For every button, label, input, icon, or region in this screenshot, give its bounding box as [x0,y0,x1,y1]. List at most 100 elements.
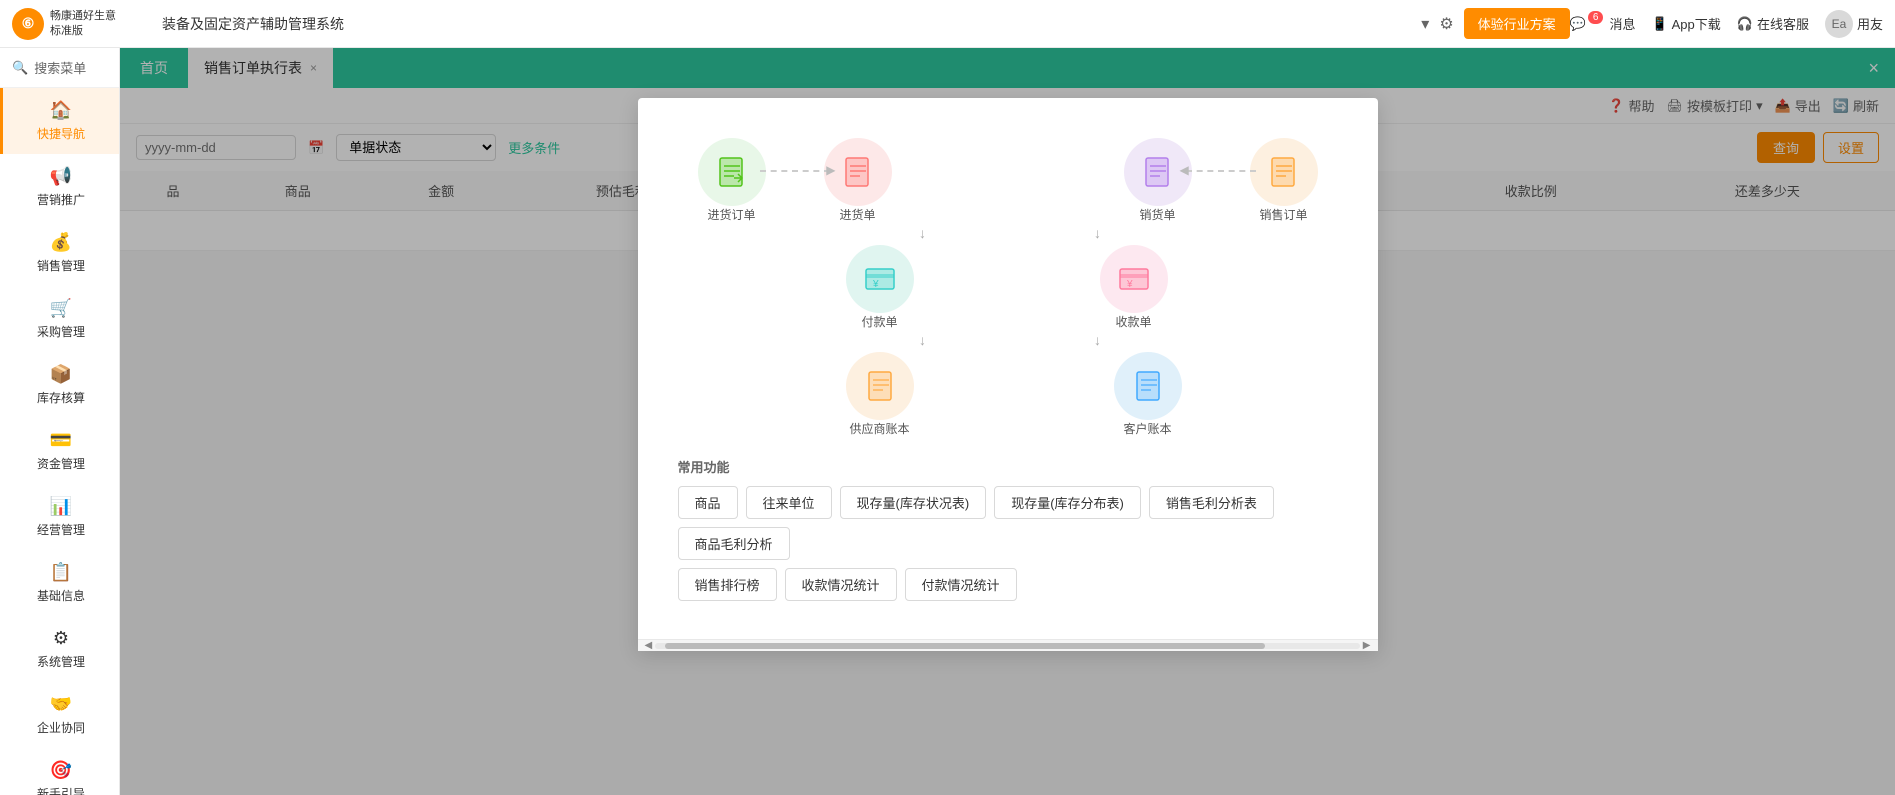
func-btn-goods-profit[interactable]: 商品毛利分析 [678,527,790,560]
down-arrow-receipt: ↓ [1094,332,1101,348]
down-arrows-row: ↓ ↓ [678,223,1338,245]
common-functions-title: 常用功能 [678,457,1338,476]
func-btn-sales-rank[interactable]: 销售排行榜 [678,568,777,601]
common-functions: 常用功能 商品 往来单位 现存量(库存状况表) 现存量(库存分布表) 销售毛利分… [678,457,1338,601]
sales-icon: 💰 [50,232,72,253]
func-btn-receipt-stats[interactable]: 收款情况统计 [785,568,897,601]
supplier-ledger-label: 供应商账本 [849,420,909,437]
system-title: 装备及固定资产辅助管理系统 [162,14,1411,34]
modal-overlay: 进货订单 ▶ [120,48,1895,795]
search-menu[interactable]: 🔍 搜索菜单 [0,48,119,88]
purchase-order-node[interactable]: 进货订单 [698,138,766,223]
func-btn-stock-dist[interactable]: 现存量(库存分布表) [994,486,1141,519]
user-item[interactable]: Ea 用友 [1825,10,1883,38]
func-btn-goods[interactable]: 商品 [678,486,738,519]
receipt-circle: ¥ [1100,245,1168,313]
func-buttons-row1: 商品 往来单位 现存量(库存状况表) 现存量(库存分布表) 销售毛利分析表 商品… [678,486,1338,560]
marketing-icon: 📢 [50,166,72,187]
arrow-left-1: ◀ [1186,170,1256,172]
sidebar: 🔍 搜索菜单 🏠 快捷导航 📢 营销推广 💰 销售管理 🛒 采购管理 📦 库存核… [0,48,120,795]
customer-ledger-circle [1114,352,1182,420]
sidebar-item-quick-nav[interactable]: 🏠 快捷导航 [0,88,119,154]
scrollbar-left-arrow[interactable]: ◀ [642,640,656,651]
sidebar-item-sales[interactable]: 💰 销售管理 [0,220,119,286]
func-buttons-row2: 销售排行榜 收款情况统计 付款情况统计 [678,568,1338,601]
supplier-ledger-node[interactable]: 供应商账本 [846,352,914,437]
guide-icon: 🎯 [50,760,72,781]
purchase-icon: 🛒 [50,298,72,319]
trial-button[interactable]: 体验行业方案 [1464,8,1570,39]
sidebar-item-enterprise[interactable]: 🤝 企业协同 [0,682,119,748]
sales-bill-node[interactable]: 销货单 [1124,138,1192,223]
sidebar-item-marketing[interactable]: 📢 营销推广 [0,154,119,220]
mobile-icon: 📱 [1651,16,1667,32]
logo-text: 畅康通好生意 标准版 [50,9,116,38]
svg-text:¥: ¥ [872,279,879,290]
logo-area: ⑥ 畅康通好生意 标准版 [12,8,132,40]
flow-diagram: 进货订单 ▶ [678,128,1338,447]
payment-label: 付款单 [861,313,897,330]
svg-text:¥: ¥ [1126,279,1133,290]
payment-node[interactable]: ¥ 付款单 [846,245,914,330]
header-right: 💬 6 消息 📱 App下载 🎧 在线客服 Ea 用友 [1570,10,1883,38]
logo-icon: ⑥ [12,8,44,40]
left-flow-group: 进货订单 ▶ [698,138,892,223]
sales-order-node[interactable]: 销售订单 [1250,138,1318,223]
scrollbar-track[interactable] [655,643,1360,649]
receipt-node[interactable]: ¥ 收款单 [1100,245,1168,330]
sidebar-item-inventory[interactable]: 📦 库存核算 [0,352,119,418]
sidebar-item-basic-info[interactable]: 📋 基础信息 [0,550,119,616]
sidebar-item-system[interactable]: ⚙ 系统管理 [0,616,119,682]
app-download-item[interactable]: 📱 App下载 [1651,14,1720,33]
top-header: ⑥ 畅康通好生意 标准版 装备及固定资产辅助管理系统 ▾ ⚙ 体验行业方案 💬 … [0,0,1895,48]
purchase-order-circle [698,138,766,206]
right-flow-group: 销货单 ◀ [1124,138,1318,223]
purchase-bill-label: 进货单 [839,206,875,223]
quick-nav-icon: 🏠 [50,100,72,121]
down-arrows-row2: ↓ ↓ [678,330,1338,352]
online-service-item[interactable]: 🎧 在线客服 [1737,14,1809,33]
modal-scrollbar: ◀ ▶ [638,639,1378,651]
funds-icon: 💳 [50,430,72,451]
supplier-ledger-circle [846,352,914,420]
func-btn-sales-profit[interactable]: 销售毛利分析表 [1149,486,1274,519]
modal-content: 进货订单 ▶ [638,98,1378,639]
message-badge: 6 [1588,11,1604,24]
sales-order-circle [1250,138,1318,206]
payment-circle: ¥ [846,245,914,313]
system-dropdown-icon[interactable]: ▾ [1421,14,1429,34]
purchase-bill-node[interactable]: 进货单 [824,138,892,223]
bottom-flow-row: 供应商账本 客户账本 [678,352,1338,437]
system-icon: ⚙ [53,628,69,649]
settings-icon[interactable]: ⚙ [1439,14,1453,34]
message-item[interactable]: 💬 6 消息 [1570,14,1636,33]
customer-ledger-node[interactable]: 客户账本 [1114,352,1182,437]
operations-icon: 📊 [50,496,72,517]
purchase-order-label: 进货订单 [707,206,755,223]
down-arrow-purchase: ↓ [919,225,926,241]
func-btn-contacts[interactable]: 往来单位 [746,486,832,519]
search-icon: 🔍 [12,60,28,76]
headset-icon: 🎧 [1737,16,1753,32]
func-btn-payment-stats[interactable]: 付款情况统计 [905,568,1017,601]
inventory-icon: 📦 [50,364,72,385]
down-arrow-payment: ↓ [919,332,926,348]
main-layout: 🔍 搜索菜单 🏠 快捷导航 📢 营销推广 💰 销售管理 🛒 采购管理 📦 库存核… [0,48,1895,795]
sidebar-item-guide[interactable]: 🎯 新手引导 [0,748,119,795]
enterprise-icon: 🤝 [50,694,72,715]
arrow-right-1: ▶ [760,170,830,172]
func-btn-stock-status[interactable]: 现存量(库存状况表) [840,486,987,519]
basic-info-icon: 📋 [50,562,72,583]
message-icon: 💬 [1570,16,1586,32]
sales-bill-label: 销货单 [1139,206,1175,223]
customer-ledger-label: 客户账本 [1123,420,1171,437]
content-area: 首页 销售订单执行表 × × ❓ 帮助 🖨 按模板打印 ▾ 📤 导出 [120,48,1895,795]
user-avatar: Ea [1825,10,1853,38]
sales-order-label: 销售订单 [1259,206,1307,223]
scrollbar-thumb [665,643,1265,649]
sidebar-item-purchase[interactable]: 🛒 采购管理 [0,286,119,352]
sidebar-item-operations[interactable]: 📊 经营管理 [0,484,119,550]
scrollbar-right-arrow[interactable]: ▶ [1360,640,1374,651]
sidebar-item-funds[interactable]: 💳 资金管理 [0,418,119,484]
down-arrow-sales: ↓ [1094,225,1101,241]
